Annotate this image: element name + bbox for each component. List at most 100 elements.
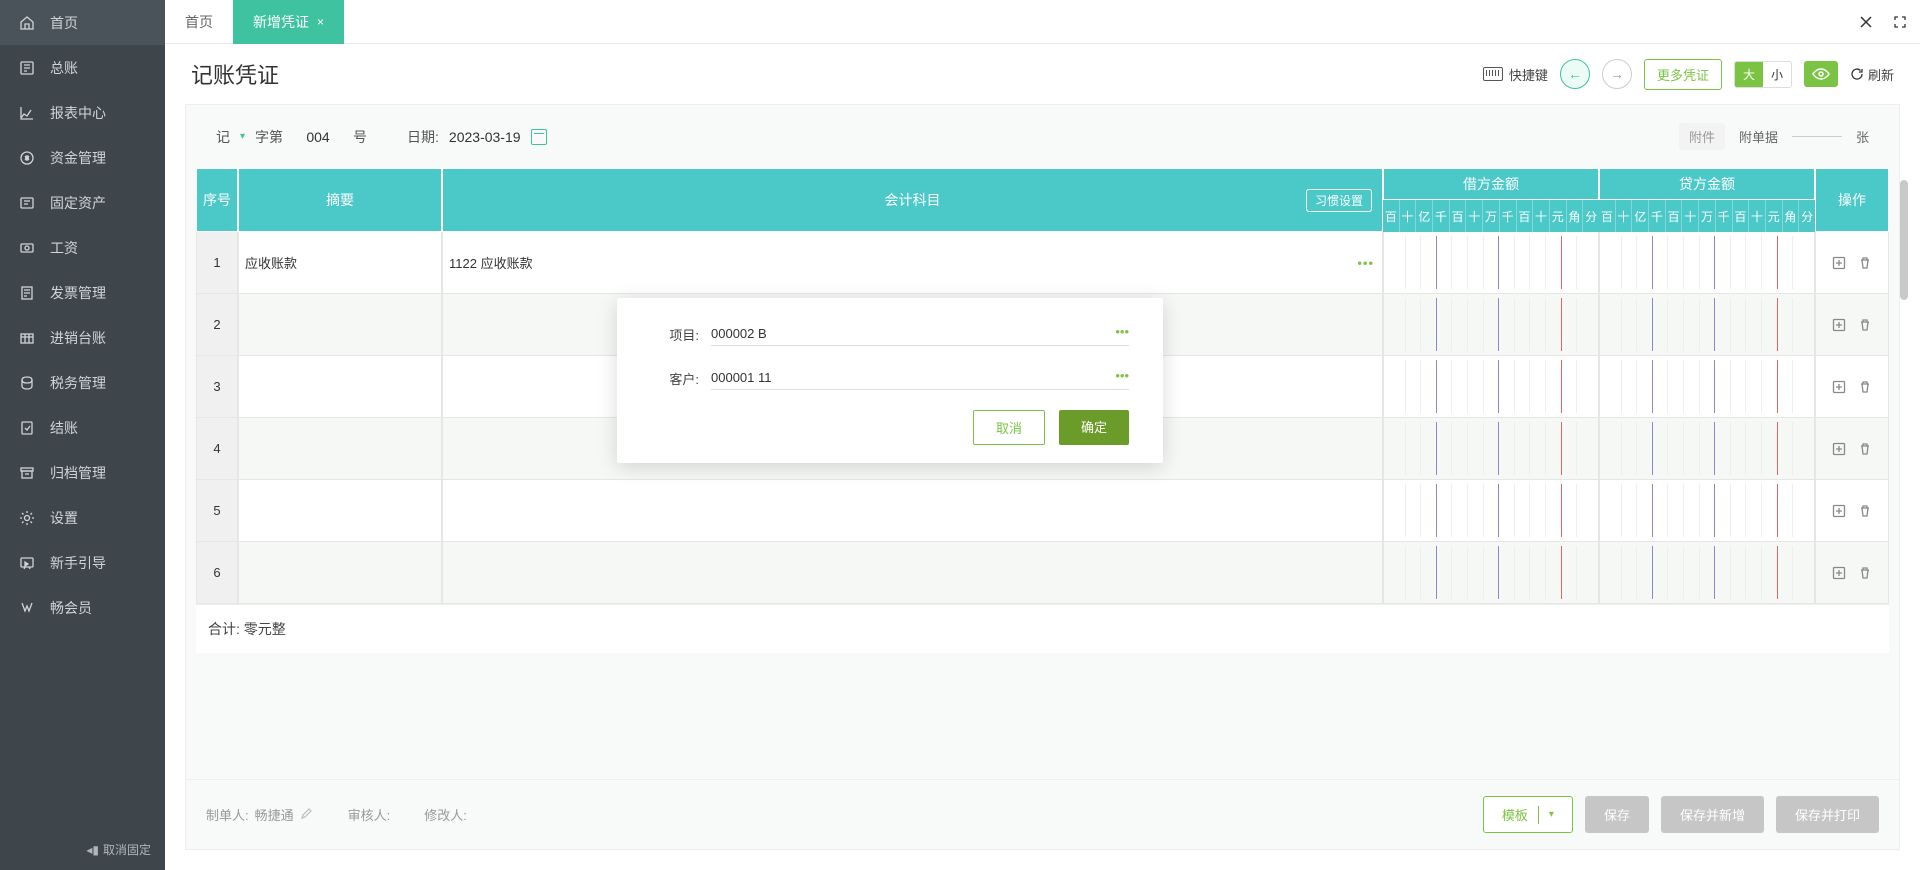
cell-summary[interactable]: 应收账款 xyxy=(238,232,442,294)
table-row: 6 xyxy=(196,542,1889,604)
sidebar-label: 设置 xyxy=(50,508,78,528)
cell-credit[interactable] xyxy=(1599,542,1815,604)
tab-new-voucher[interactable]: 新增凭证 × xyxy=(233,0,344,44)
archive-icon xyxy=(18,464,36,482)
cell-debit[interactable] xyxy=(1383,542,1599,604)
sidebar-item-settings[interactable]: 设置 xyxy=(0,495,165,540)
delete-row-icon[interactable] xyxy=(1857,255,1873,271)
confirm-button[interactable]: 确定 xyxy=(1059,410,1129,445)
window-close-button[interactable] xyxy=(1856,12,1876,32)
sidebar-label: 工资 xyxy=(50,238,78,258)
sidebar-item-funds[interactable]: 资金管理 xyxy=(0,135,165,180)
more-voucher-button[interactable]: 更多凭证 xyxy=(1644,59,1722,90)
close-icon[interactable]: × xyxy=(317,15,324,29)
sidebar-item-closing[interactable]: 结账 xyxy=(0,405,165,450)
project-label: 项目: xyxy=(651,325,699,344)
delete-row-icon[interactable] xyxy=(1857,317,1873,333)
add-row-icon[interactable] xyxy=(1831,255,1847,271)
sidebar-item-vip[interactable]: 畅会员 xyxy=(0,585,165,630)
voucher-date-input[interactable]: 2023-03-19 xyxy=(449,129,521,145)
cell-subject[interactable] xyxy=(442,542,1383,604)
col-summary: 摘要 xyxy=(238,168,442,232)
delete-row-icon[interactable] xyxy=(1857,565,1873,581)
project-input[interactable]: 000002 B ••• xyxy=(711,322,1129,346)
visibility-button[interactable] xyxy=(1804,61,1838,87)
save-print-button[interactable]: 保存并打印 xyxy=(1776,796,1879,833)
attach-count-input[interactable] xyxy=(1792,136,1842,137)
sidebar-item-assets[interactable]: 固定资产 xyxy=(0,180,165,225)
cell-summary[interactable] xyxy=(238,542,442,604)
sidebar-item-home[interactable]: 首页 xyxy=(0,0,165,45)
voucher-number-input[interactable]: 004 xyxy=(293,129,343,145)
reviewer-label: 审核人: xyxy=(348,808,391,823)
chevron-down-icon[interactable]: ▾ xyxy=(240,131,245,142)
add-row-icon[interactable] xyxy=(1831,379,1847,395)
pencil-icon[interactable] xyxy=(300,808,314,822)
sidebar-unpin[interactable]: ◂▮ 取消固定 xyxy=(0,829,165,870)
cell-credit[interactable] xyxy=(1599,356,1815,418)
delete-row-icon[interactable] xyxy=(1857,379,1873,395)
calendar-icon[interactable] xyxy=(531,129,547,145)
prev-voucher-button[interactable]: ← xyxy=(1560,59,1590,89)
add-row-icon[interactable] xyxy=(1831,565,1847,581)
sidebar-item-archive[interactable]: 归档管理 xyxy=(0,450,165,495)
voucher-meta: 记 ▾ 字第 004 号 日期: 2023-03-19 附件 附单据 张 xyxy=(186,105,1899,168)
vertical-scrollbar[interactable] xyxy=(1900,180,1908,300)
sheet-suffix: 张 xyxy=(1856,127,1869,146)
cell-debit[interactable] xyxy=(1383,480,1599,542)
size-large-button[interactable]: 大 xyxy=(1735,62,1763,87)
cell-summary[interactable] xyxy=(238,418,442,480)
cancel-button[interactable]: 取消 xyxy=(973,410,1045,445)
cell-summary[interactable] xyxy=(238,356,442,418)
sidebar-label: 发票管理 xyxy=(50,283,106,303)
tab-home[interactable]: 首页 xyxy=(165,0,233,44)
next-voucher-button[interactable]: → xyxy=(1602,59,1632,89)
cell-debit[interactable] xyxy=(1383,418,1599,480)
cell-ops xyxy=(1815,356,1889,418)
save-button[interactable]: 保存 xyxy=(1585,796,1649,833)
more-dots-icon[interactable]: ••• xyxy=(1115,368,1129,383)
sidebar-item-salary[interactable]: 工资 xyxy=(0,225,165,270)
asset-icon xyxy=(18,194,36,212)
more-dots-icon[interactable]: ••• xyxy=(1357,255,1374,270)
guide-icon xyxy=(18,554,36,572)
cell-credit[interactable] xyxy=(1599,418,1815,480)
ledger-icon xyxy=(18,59,36,77)
sidebar-item-guide[interactable]: 新手引导 xyxy=(0,540,165,585)
size-small-button[interactable]: 小 xyxy=(1763,62,1791,87)
cell-seq: 3 xyxy=(196,356,238,418)
attachment-button[interactable]: 附件 xyxy=(1679,123,1725,150)
cell-debit[interactable] xyxy=(1383,232,1599,294)
more-dots-icon[interactable]: ••• xyxy=(1115,324,1129,339)
cell-subject[interactable] xyxy=(442,480,1383,542)
sidebar-item-inventory[interactable]: 进销台账 xyxy=(0,315,165,360)
voucher-word-prefix: 记 xyxy=(216,127,230,147)
cell-debit[interactable] xyxy=(1383,356,1599,418)
add-row-icon[interactable] xyxy=(1831,503,1847,519)
cell-seq: 5 xyxy=(196,480,238,542)
save-new-button[interactable]: 保存并新增 xyxy=(1661,796,1764,833)
sidebar-label: 税务管理 xyxy=(50,373,106,393)
cell-summary[interactable] xyxy=(238,480,442,542)
refresh-button[interactable]: 刷新 xyxy=(1850,65,1894,84)
cell-summary[interactable] xyxy=(238,294,442,356)
cell-credit[interactable] xyxy=(1599,480,1815,542)
cell-debit[interactable] xyxy=(1383,294,1599,356)
add-row-icon[interactable] xyxy=(1831,317,1847,333)
customer-input[interactable]: 000001 11 ••• xyxy=(711,366,1129,390)
sidebar-item-invoice[interactable]: 发票管理 xyxy=(0,270,165,315)
shortcut-button[interactable]: 快捷键 xyxy=(1483,65,1548,84)
sidebar-item-reports[interactable]: 报表中心 xyxy=(0,90,165,135)
add-row-icon[interactable] xyxy=(1831,441,1847,457)
sidebar-item-tax[interactable]: 税务管理 xyxy=(0,360,165,405)
cell-credit[interactable] xyxy=(1599,232,1815,294)
sidebar-item-ledger[interactable]: 总账 xyxy=(0,45,165,90)
delete-row-icon[interactable] xyxy=(1857,503,1873,519)
cell-subject[interactable]: 1122 应收账款••• xyxy=(442,232,1383,294)
template-button[interactable]: 模板 ▾ xyxy=(1483,796,1573,833)
delete-row-icon[interactable] xyxy=(1857,441,1873,457)
fullscreen-button[interactable] xyxy=(1890,12,1910,32)
cell-credit[interactable] xyxy=(1599,294,1815,356)
habit-settings-button[interactable]: 习惯设置 xyxy=(1306,189,1372,212)
cell-ops xyxy=(1815,542,1889,604)
